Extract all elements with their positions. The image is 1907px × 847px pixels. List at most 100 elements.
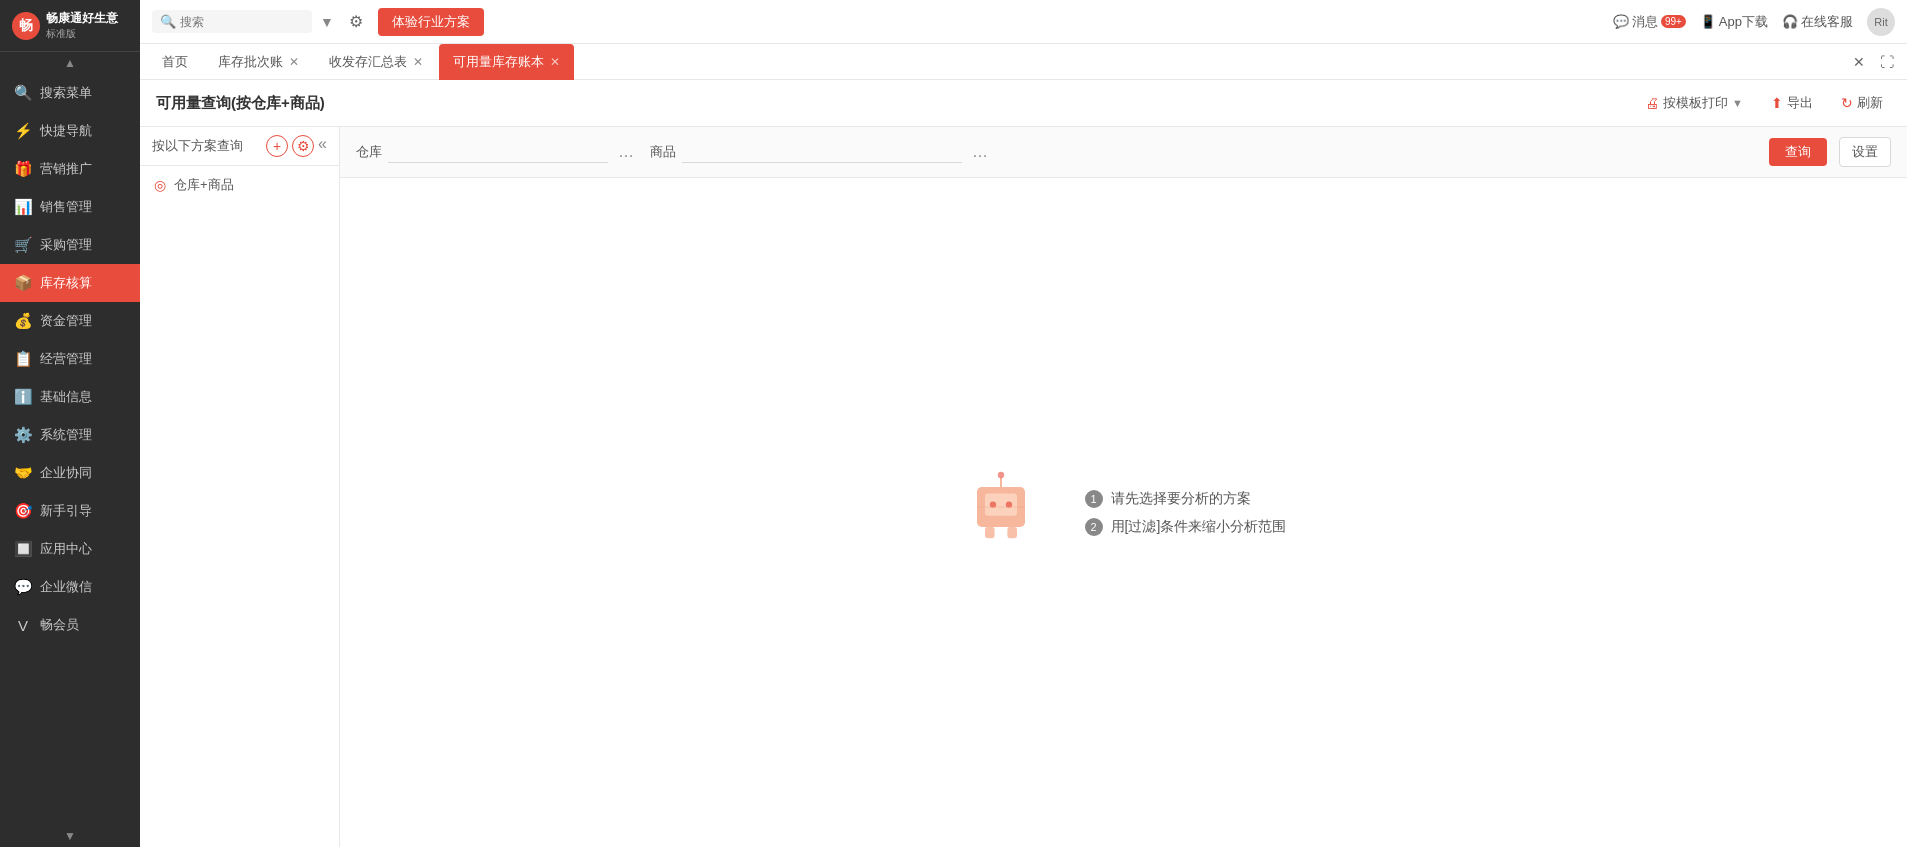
product-label: 商品	[650, 143, 676, 161]
sidebar-label-system: 系统管理	[40, 426, 92, 444]
trial-button[interactable]: 体验行业方案	[378, 8, 484, 36]
tab-close-batch-account[interactable]: ✕	[289, 56, 299, 68]
sidebar-item-finance[interactable]: 💰资金管理	[0, 302, 140, 340]
maximize-tab-button[interactable]: ⛶	[1875, 50, 1899, 74]
query-button[interactable]: 查询	[1769, 138, 1827, 166]
tab-label-receive-summary: 收发存汇总表	[329, 53, 407, 71]
sidebar-item-enterprise[interactable]: 🤝企业协同	[0, 454, 140, 492]
export-button[interactable]: ⬆ 导出	[1763, 90, 1821, 116]
headset-icon: 🎧	[1782, 14, 1798, 29]
tip-num-1: 1	[1085, 490, 1103, 508]
sidebar-item-basic[interactable]: ℹ️基础信息	[0, 378, 140, 416]
sidebar-icon-purchase: 🛒	[14, 236, 32, 254]
print-icon: 🖨	[1645, 95, 1659, 111]
sidebar-scroll-up[interactable]: ▲	[0, 52, 140, 74]
user-avatar[interactable]: Rit	[1867, 8, 1895, 36]
sidebar-label-shortcut: 快捷导航	[40, 122, 92, 140]
sidebar-nav: 🔍搜索菜单⚡快捷导航🎁营销推广📊销售管理 🛒 采购管理 📦 库存核算 💰资金管理📋经营管理…	[0, 74, 140, 825]
empty-tip-2: 2 用[过滤]条件来缩小分析范围	[1085, 518, 1287, 536]
app-download-label: App下载	[1719, 13, 1768, 31]
online-service-button[interactable]: 🎧 在线客服	[1782, 13, 1853, 31]
filter-header-actions: + ⚙ «	[266, 135, 327, 157]
tab-close-available-stock[interactable]: ✕	[550, 56, 560, 68]
gear-icon[interactable]: ⚙	[342, 8, 370, 36]
sidebar-label-basic: 基础信息	[40, 388, 92, 406]
sidebar-label-marketing: 营销推广	[40, 160, 92, 178]
sidebar-label-finance: 资金管理	[40, 312, 92, 330]
tab-label-available-stock: 可用量库存账本	[453, 53, 544, 71]
topbar-search-box: 🔍	[152, 10, 312, 33]
empty-tips: 1 请先选择要分析的方案 2 用[过滤]条件来缩小分析范围	[1085, 490, 1287, 536]
tab-available-stock[interactable]: 可用量库存账本 ✕	[439, 44, 574, 80]
sidebar-icon-weixin: 💬	[14, 578, 32, 596]
filter-settings-button[interactable]: ⚙	[292, 135, 314, 157]
sidebar-item-newbie[interactable]: 🎯新手引导	[0, 492, 140, 530]
refresh-icon: ↻	[1841, 95, 1853, 111]
print-dropdown-icon[interactable]: ▼	[1732, 97, 1743, 109]
filter-collapse-button[interactable]: «	[318, 135, 327, 157]
sidebar-item-weixin[interactable]: 💬企业微信	[0, 568, 140, 606]
sidebar-icon-enterprise: 🤝	[14, 464, 32, 482]
page-header-actions: 🖨 按模板打印 ▼ ⬆ 导出 ↻ 刷新	[1637, 90, 1891, 116]
svg-rect-5	[985, 527, 995, 538]
brand-name: 畅康通好生意	[46, 10, 118, 27]
sidebar-item-appstore[interactable]: 🔲应用中心	[0, 530, 140, 568]
tab-home[interactable]: 首页	[148, 44, 202, 80]
search-icon: 🔍	[160, 14, 176, 29]
main-content: 仓库 … 商品 … 查询 设置	[340, 127, 1907, 847]
sidebar-item-marketing[interactable]: 🎁营销推广	[0, 150, 140, 188]
export-icon: ⬆	[1771, 95, 1783, 111]
tip-text-2: 用[过滤]条件来缩小分析范围	[1111, 518, 1287, 536]
product-field: 商品 …	[650, 141, 992, 163]
product-input[interactable]	[682, 141, 962, 163]
sidebar-label-appstore: 应用中心	[40, 540, 92, 558]
page-area: 可用量查询(按仓库+商品) 🖨 按模板打印 ▼ ⬆ 导出 ↻ 刷新	[140, 80, 1907, 847]
add-filter-button[interactable]: +	[266, 135, 288, 157]
tabs-bar: 首页库存批次账 ✕ 收发存汇总表 ✕ 可用量库存账本 ✕ ✕ ⛶	[140, 44, 1907, 80]
sidebar-item-sales[interactable]: 📊销售管理	[0, 188, 140, 226]
message-badge: 99+	[1661, 15, 1686, 28]
svg-rect-1	[985, 493, 1017, 515]
sidebar-icon-inventory: 📦	[14, 274, 32, 292]
filter-item-warehouse-product[interactable]: ◎ 仓库+商品	[140, 166, 339, 204]
sidebar-item-operation[interactable]: 📋经营管理	[0, 340, 140, 378]
sidebar-scroll-down[interactable]: ▼	[0, 825, 140, 847]
print-label: 按模板打印	[1663, 94, 1728, 112]
sidebar-item-purchase[interactable]: 🛒 采购管理	[0, 226, 140, 264]
sidebar-item-inventory[interactable]: 📦 库存核算	[0, 264, 140, 302]
refresh-button[interactable]: ↻ 刷新	[1833, 90, 1891, 116]
sidebar-item-member[interactable]: V畅会员	[0, 606, 140, 644]
tab-batch-account[interactable]: 库存批次账 ✕	[204, 44, 313, 80]
user-name: Rit	[1874, 16, 1887, 28]
warehouse-label: 仓库	[356, 143, 382, 161]
warehouse-input[interactable]	[388, 141, 608, 163]
close-tab-button[interactable]: ✕	[1847, 50, 1871, 74]
empty-tip-1: 1 请先选择要分析的方案	[1085, 490, 1287, 508]
topbar-dropdown-icon[interactable]: ▼	[320, 14, 334, 30]
query-settings-button[interactable]: 设置	[1839, 137, 1891, 167]
product-ellipsis-button[interactable]: …	[968, 143, 992, 161]
sidebar-icon-sales: 📊	[14, 198, 32, 216]
message-button[interactable]: 💬 消息 99+	[1613, 13, 1686, 31]
phone-icon: 📱	[1700, 14, 1716, 29]
sidebar-label-purchase: 采购管理	[40, 236, 92, 254]
print-button[interactable]: 🖨 按模板打印 ▼	[1637, 90, 1751, 116]
sidebar-label-inventory: 库存核算	[40, 274, 92, 292]
app-download-button[interactable]: 📱 App下载	[1700, 13, 1768, 31]
sidebar-label-member: 畅会员	[40, 616, 79, 634]
tab-receive-summary[interactable]: 收发存汇总表 ✕	[315, 44, 437, 80]
sidebar-item-shortcut[interactable]: ⚡快捷导航	[0, 112, 140, 150]
sidebar-item-search[interactable]: 🔍搜索菜单	[0, 74, 140, 112]
warehouse-ellipsis-button[interactable]: …	[614, 143, 638, 161]
search-input[interactable]	[180, 15, 290, 29]
message-icon: 💬	[1613, 14, 1629, 29]
empty-illustration	[961, 463, 1061, 563]
tab-label-batch-account: 库存批次账	[218, 53, 283, 71]
filter-header: 按以下方案查询 + ⚙ «	[140, 127, 339, 166]
page-header: 可用量查询(按仓库+商品) 🖨 按模板打印 ▼ ⬆ 导出 ↻ 刷新	[140, 80, 1907, 127]
tabs-right-buttons: ✕ ⛶	[1847, 50, 1899, 74]
tab-close-receive-summary[interactable]: ✕	[413, 56, 423, 68]
sidebar-item-system[interactable]: ⚙️系统管理	[0, 416, 140, 454]
filter-item-label: 仓库+商品	[174, 176, 234, 194]
tip-num-2: 2	[1085, 518, 1103, 536]
